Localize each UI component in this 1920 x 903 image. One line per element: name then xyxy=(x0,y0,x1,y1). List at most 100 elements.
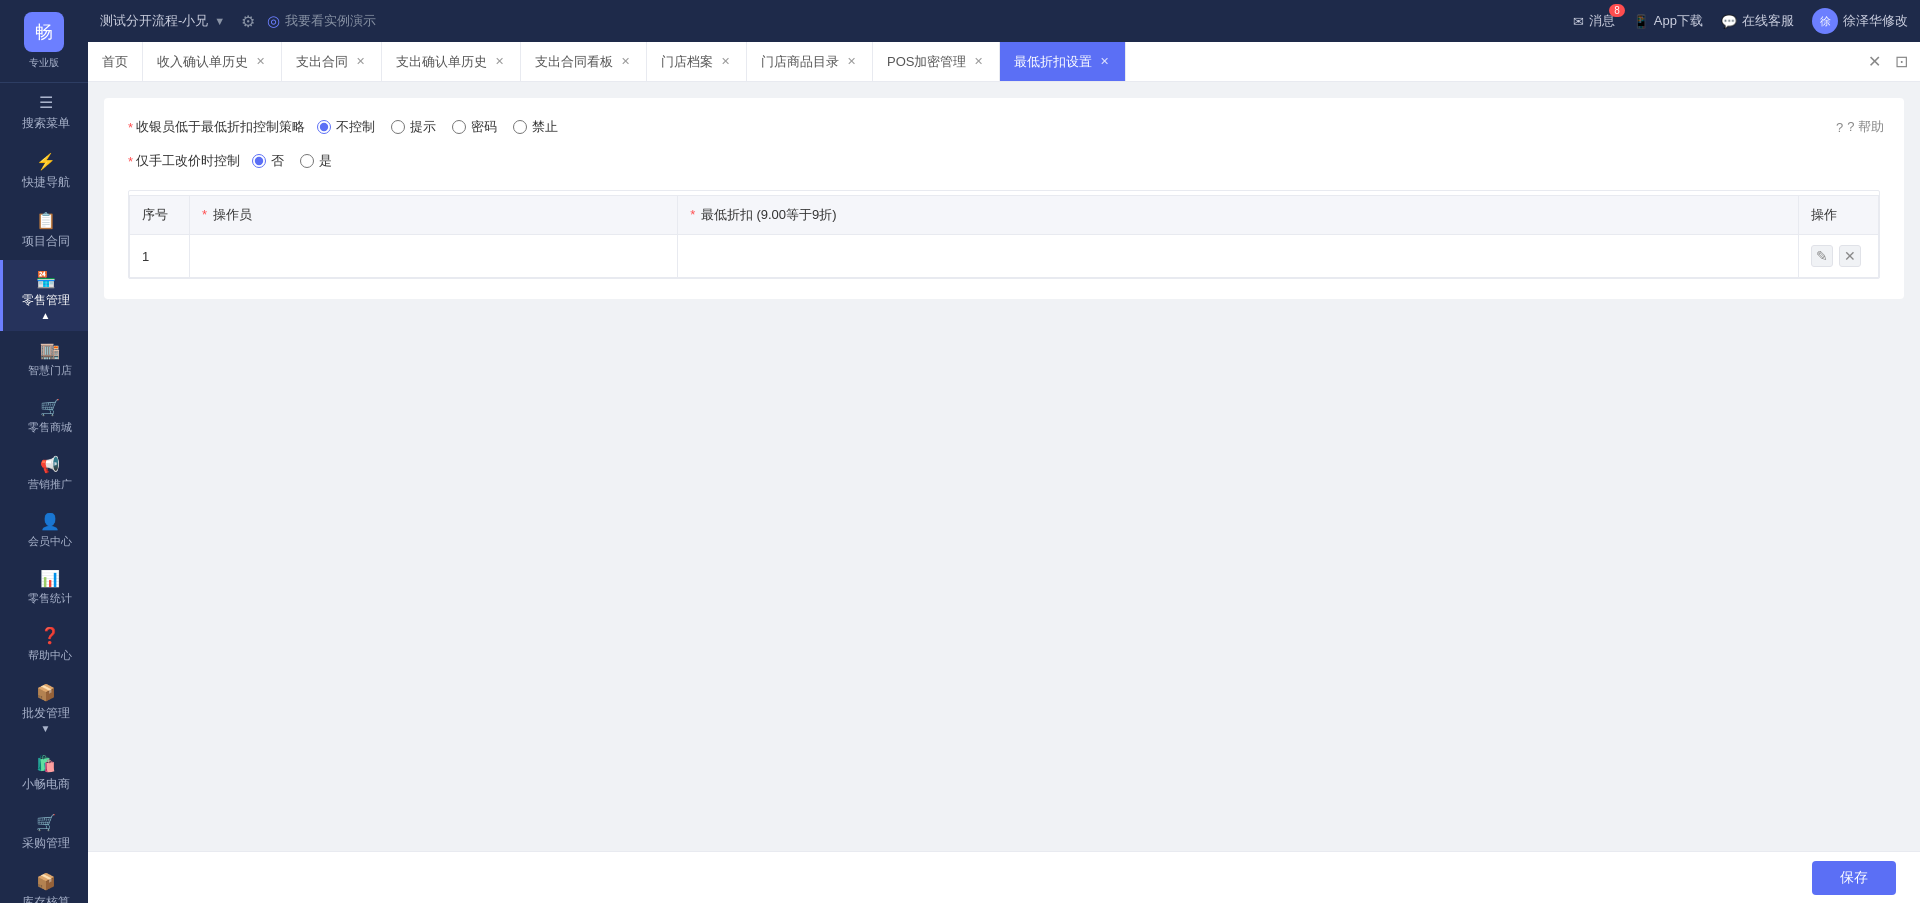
tab-close-button[interactable]: ✕ xyxy=(1864,50,1885,73)
radio-no-control[interactable]: 不控制 xyxy=(317,118,375,136)
topbar-app-download[interactable]: 📱 App下载 xyxy=(1633,12,1703,30)
tab-pos-manage[interactable]: POS加密管理 ✕ xyxy=(873,42,1000,82)
topbar-settings-icon[interactable]: ⚙ xyxy=(241,12,255,31)
radio-no-input[interactable] xyxy=(252,154,266,168)
topbar: 测试分开流程-小兄 ▼ ⚙ ◎ 我要看实例演示 ✉ 消息 8 📱 App下载 💬… xyxy=(88,0,1920,42)
tab-payment-contract[interactable]: 支出合同 ✕ xyxy=(282,42,382,82)
radio-ban[interactable]: 禁止 xyxy=(513,118,558,136)
radio-hint-input[interactable] xyxy=(391,120,405,134)
radio-password-input[interactable] xyxy=(452,120,466,134)
tab-store-file[interactable]: 门店档案 ✕ xyxy=(647,42,747,82)
marketing-icon: 📢 xyxy=(40,455,60,474)
delete-row-button[interactable]: ✕ xyxy=(1839,245,1861,267)
manual-price-radio-group: 否 是 xyxy=(252,152,332,170)
edit-row-button[interactable]: ✎ xyxy=(1811,245,1833,267)
cell-operator xyxy=(190,235,678,278)
sidebar-item-retail-stat[interactable]: 📊 零售统计 xyxy=(0,559,88,616)
topbar-user[interactable]: 徐 徐泽华修改 xyxy=(1812,8,1908,34)
wholesale-arrow-icon: ▼ xyxy=(41,723,51,734)
member-icon: 👤 xyxy=(40,512,60,531)
topbar-demo[interactable]: ◎ 我要看实例演示 xyxy=(267,12,376,30)
purchase-icon: 🛒 xyxy=(36,813,56,832)
tab-store-product[interactable]: 门店商品目录 ✕ xyxy=(747,42,873,82)
col-min-discount: * 最低折扣 (9.00等于9折) xyxy=(678,196,1799,235)
tab-payment-contract-close[interactable]: ✕ xyxy=(354,54,367,69)
ecommerce-icon: 🛍️ xyxy=(36,754,56,773)
sidebar-item-label: 智慧门店 xyxy=(28,363,72,378)
tab-expand-button[interactable]: ⊡ xyxy=(1891,50,1912,73)
sidebar-item-smart-store[interactable]: 🏬 智慧门店 xyxy=(0,331,88,388)
retail-stat-icon: 📊 xyxy=(40,569,60,588)
radio-ban-input[interactable] xyxy=(513,120,527,134)
tab-pos-manage-label: POS加密管理 xyxy=(887,53,966,71)
smart-store-icon: 🏬 xyxy=(40,341,60,360)
tab-store-product-close[interactable]: ✕ xyxy=(845,54,858,69)
customer-service-label: 在线客服 xyxy=(1742,12,1794,30)
topbar-msg-item[interactable]: ✉ 消息 8 xyxy=(1573,12,1615,30)
sidebar-item-label: 营销推广 xyxy=(28,477,72,492)
radio-password[interactable]: 密码 xyxy=(452,118,497,136)
user-name: 徐泽华修改 xyxy=(1843,12,1908,30)
sidebar-item-purchase[interactable]: 🛒 采购管理 xyxy=(0,803,88,862)
radio-hint[interactable]: 提示 xyxy=(391,118,436,136)
tab-payment-view-label: 支出合同看板 xyxy=(535,53,613,71)
sidebar-item-wholesale[interactable]: 📦 批发管理 ▼ xyxy=(0,673,88,744)
sidebar-item-label: 搜索菜单 xyxy=(22,115,70,132)
tab-income-confirm-close[interactable]: ✕ xyxy=(254,54,267,69)
tab-payment-view-close[interactable]: ✕ xyxy=(619,54,632,69)
tab-store-file-close[interactable]: ✕ xyxy=(719,54,732,69)
tab-store-file-label: 门店档案 xyxy=(661,53,713,71)
tab-min-discount[interactable]: 最低折扣设置 ✕ xyxy=(1000,42,1126,82)
form-section: * 收银员低于最低折扣控制策略 不控制 提示 xyxy=(128,118,1880,170)
radio-no[interactable]: 否 xyxy=(252,152,284,170)
logo-text: 专业版 xyxy=(29,56,59,70)
sidebar-item-member[interactable]: 👤 会员中心 xyxy=(0,502,88,559)
sidebar-item-label: 批发管理 xyxy=(22,705,70,722)
main-area: 测试分开流程-小兄 ▼ ⚙ ◎ 我要看实例演示 ✉ 消息 8 📱 App下载 💬… xyxy=(88,0,1920,903)
sidebar-item-retail[interactable]: 🏪 零售管理 ▲ xyxy=(0,260,88,331)
save-button[interactable]: 保存 xyxy=(1812,861,1896,895)
sidebar-item-ecommerce[interactable]: 🛍️ 小畅电商 xyxy=(0,744,88,803)
search-menu-icon: ☰ xyxy=(39,93,53,112)
app-download-label: App下载 xyxy=(1654,12,1703,30)
sidebar-item-marketing[interactable]: 📢 营销推广 xyxy=(0,445,88,502)
wholesale-icon: 📦 xyxy=(36,683,56,702)
tab-payment-view[interactable]: 支出合同看板 ✕ xyxy=(521,42,647,82)
topbar-customer-service[interactable]: 💬 在线客服 xyxy=(1721,12,1794,30)
sidebar-item-label: 采购管理 xyxy=(22,835,70,852)
tab-home[interactable]: 首页 xyxy=(88,42,143,82)
sidebar-item-project[interactable]: 📋 项目合同 xyxy=(0,201,88,260)
radio-ban-label: 禁止 xyxy=(532,118,558,136)
tab-pos-manage-close[interactable]: ✕ xyxy=(972,54,985,69)
tab-min-discount-close[interactable]: ✕ xyxy=(1098,54,1111,69)
sidebar-item-help[interactable]: ❓ 帮助中心 xyxy=(0,616,88,673)
topbar-project[interactable]: 测试分开流程-小兄 ▼ xyxy=(100,12,225,30)
retail-icon: 🏪 xyxy=(36,270,56,289)
tab-payment-confirm-close[interactable]: ✕ xyxy=(493,54,506,69)
sidebar-item-quick-nav[interactable]: ⚡ 快捷导航 xyxy=(0,142,88,201)
radio-no-label: 否 xyxy=(271,152,284,170)
tab-income-confirm[interactable]: 收入确认单历史 ✕ xyxy=(143,42,282,82)
discount-strategy-label: * 收银员低于最低折扣控制策略 xyxy=(128,118,305,136)
radio-yes[interactable]: 是 xyxy=(300,152,332,170)
customer-service-icon: 💬 xyxy=(1721,14,1737,29)
help-button-label: ? 帮助 xyxy=(1847,118,1884,136)
radio-no-control-input[interactable] xyxy=(317,120,331,134)
sidebar-item-label: 库存核算 xyxy=(22,894,70,903)
sidebar-item-retail-mall[interactable]: 🛒 零售商城 xyxy=(0,388,88,445)
radio-yes-input[interactable] xyxy=(300,154,314,168)
sidebar-item-label: 零售商城 xyxy=(28,420,72,435)
sidebar-item-label: 快捷导航 xyxy=(22,174,70,191)
retail-arrow-icon: ▲ xyxy=(41,310,51,321)
form-row-manual-price: * 仅手工改价时控制 否 是 xyxy=(128,152,1880,170)
tab-payment-confirm[interactable]: 支出确认单历史 ✕ xyxy=(382,42,521,82)
topbar-right: ✉ 消息 8 📱 App下载 💬 在线客服 徐 徐泽华修改 xyxy=(1573,8,1908,34)
content-area: ? ? 帮助 * 收银员低于最低折扣控制策略 不控制 xyxy=(88,82,1920,903)
sidebar-item-inventory[interactable]: 📦 库存核算 xyxy=(0,862,88,903)
help-button[interactable]: ? ? 帮助 xyxy=(1836,118,1884,136)
radio-hint-label: 提示 xyxy=(410,118,436,136)
tab-min-discount-label: 最低折扣设置 xyxy=(1014,53,1092,71)
radio-yes-label: 是 xyxy=(319,152,332,170)
sidebar-item-search[interactable]: ☰ 搜索菜单 xyxy=(0,83,88,142)
col-actions: 操作 xyxy=(1799,196,1879,235)
